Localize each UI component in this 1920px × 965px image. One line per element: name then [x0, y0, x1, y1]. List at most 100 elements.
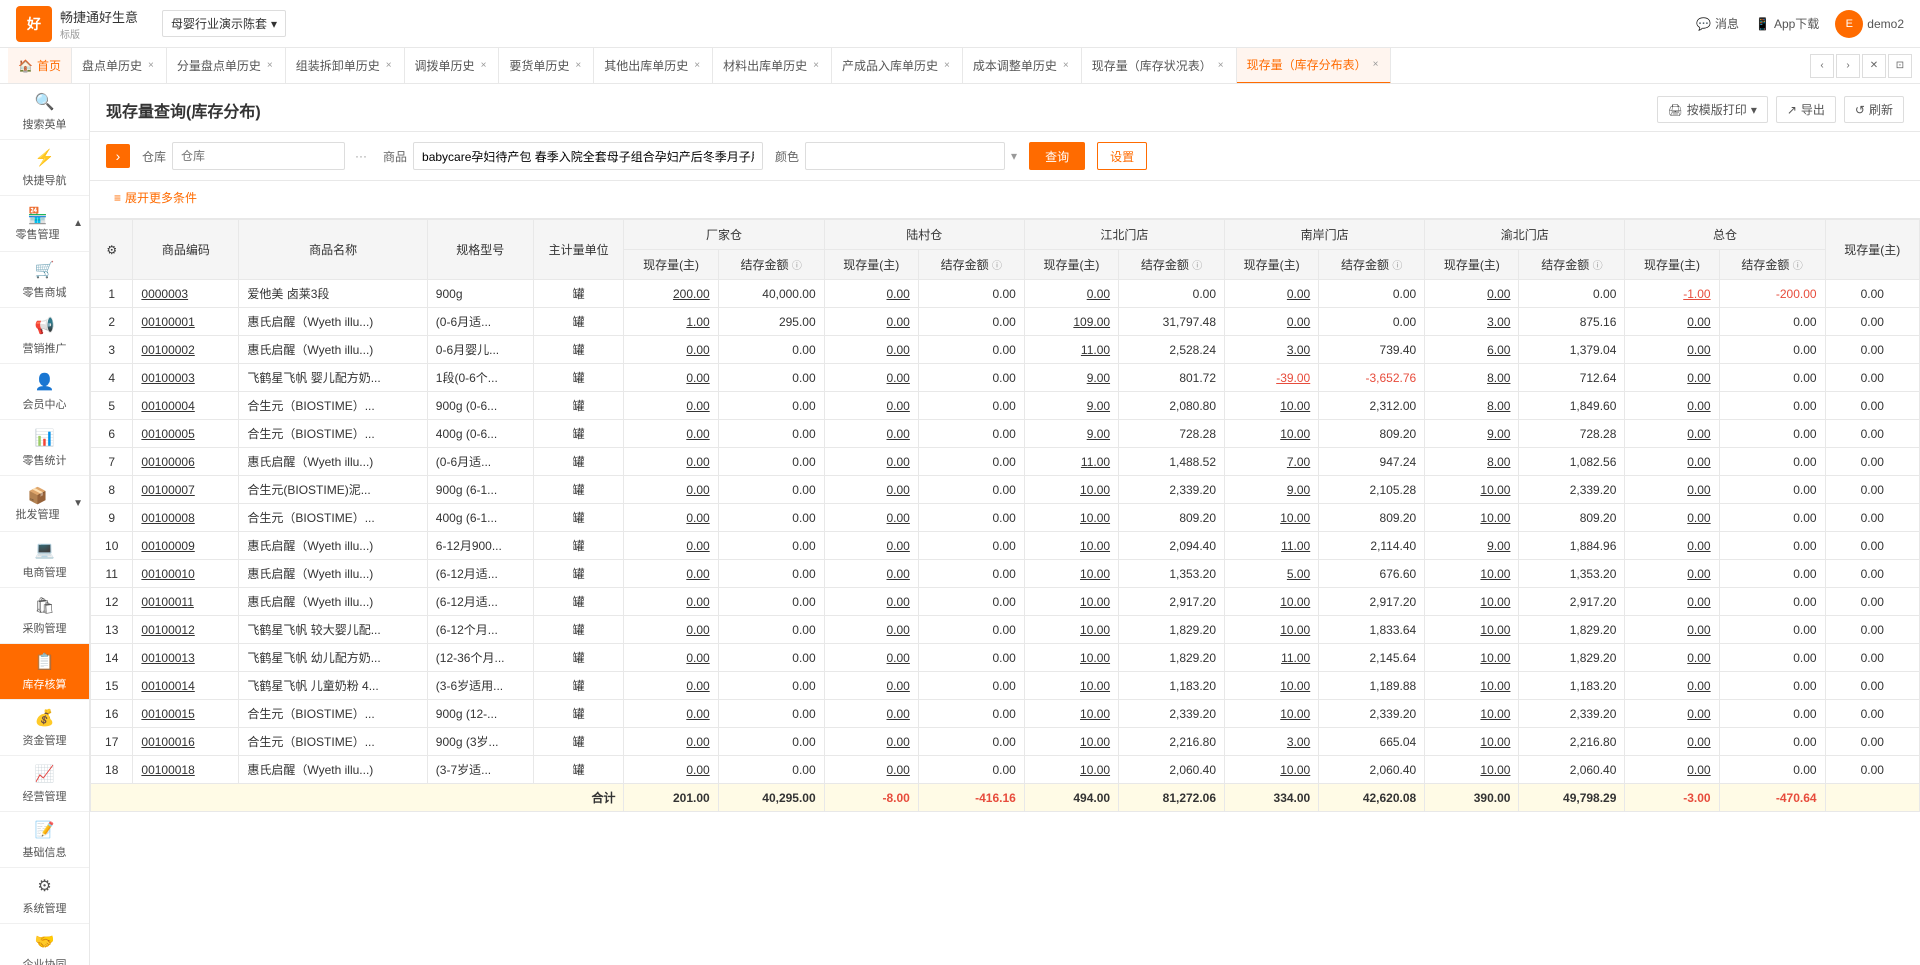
sidebar-item-business[interactable]: 📈 经营管理 [0, 756, 89, 812]
cell-lq[interactable]: 0.00 [824, 420, 918, 448]
tab-split-disassemble-close[interactable]: × [384, 59, 394, 72]
cell-lq[interactable]: 0.00 [824, 280, 918, 308]
sidebar-item-finance[interactable]: 💰 资金管理 [0, 700, 89, 756]
cell-fq[interactable]: 0.00 [624, 616, 718, 644]
cell-code[interactable]: 00100014 [133, 672, 239, 700]
cell-yq[interactable]: 9.00 [1425, 532, 1519, 560]
message-btn[interactable]: 💬 消息 [1696, 15, 1739, 32]
cell-lq[interactable]: 0.00 [824, 448, 918, 476]
cell-tq[interactable]: 0.00 [1625, 644, 1719, 672]
cell-lq[interactable]: 0.00 [824, 588, 918, 616]
cell-lq[interactable]: 0.00 [824, 532, 918, 560]
cell-fq[interactable]: 0.00 [624, 448, 718, 476]
cell-nq[interactable]: 5.00 [1225, 560, 1319, 588]
yubei-info-icon[interactable]: ⓘ [1593, 261, 1603, 272]
cell-yq[interactable]: 10.00 [1425, 560, 1519, 588]
tab-requisition[interactable]: 要货单历史 × [499, 48, 594, 84]
cell-code[interactable]: 00100010 [133, 560, 239, 588]
cell-tq[interactable]: 0.00 [1625, 476, 1719, 504]
warehouse-input[interactable] [172, 142, 345, 170]
cell-yq[interactable]: 0.00 [1425, 280, 1519, 308]
cell-lq[interactable]: 0.00 [824, 364, 918, 392]
cell-tq[interactable]: 0.00 [1625, 672, 1719, 700]
cell-code[interactable]: 00100005 [133, 420, 239, 448]
cell-jq[interactable]: 9.00 [1024, 364, 1118, 392]
cell-fq[interactable]: 0.00 [624, 588, 718, 616]
tab-allocation[interactable]: 调拨单历史 × [405, 48, 500, 84]
cell-jq[interactable]: 10.00 [1024, 588, 1118, 616]
cell-yq[interactable]: 3.00 [1425, 308, 1519, 336]
cell-jq[interactable]: 9.00 [1024, 392, 1118, 420]
cell-tq[interactable]: 0.00 [1625, 336, 1719, 364]
app-download-btn[interactable]: 📱 App下载 [1755, 15, 1819, 32]
cell-tq[interactable]: 0.00 [1625, 308, 1719, 336]
cell-code[interactable]: 00100002 [133, 336, 239, 364]
cell-nq[interactable]: -39.00 [1225, 364, 1319, 392]
color-input[interactable] [805, 142, 1005, 170]
cell-nq[interactable]: 10.00 [1225, 616, 1319, 644]
cell-tq[interactable]: 0.00 [1625, 392, 1719, 420]
nav-next-btn[interactable]: › [1836, 54, 1860, 78]
cell-fq[interactable]: 0.00 [624, 392, 718, 420]
cell-fq[interactable]: 200.00 [624, 280, 718, 308]
cell-fq[interactable]: 0.00 [624, 364, 718, 392]
cell-tq[interactable]: -1.00 [1625, 280, 1719, 308]
cell-fq[interactable]: 0.00 [624, 504, 718, 532]
tab-material-out-close[interactable]: × [811, 59, 821, 72]
cell-jq[interactable]: 10.00 [1024, 560, 1118, 588]
cell-lq[interactable]: 0.00 [824, 308, 918, 336]
tab-other-out[interactable]: 其他出库单历史 × [594, 48, 713, 84]
cell-fq[interactable]: 0.00 [624, 560, 718, 588]
cell-nq[interactable]: 10.00 [1225, 392, 1319, 420]
cell-fq[interactable]: 0.00 [624, 644, 718, 672]
cell-lq[interactable]: 0.00 [824, 336, 918, 364]
sidebar-item-inventory[interactable]: 📋 库存核算 [0, 644, 89, 700]
print-btn[interactable]: 🖨 按模版打印 ▾ [1657, 96, 1768, 123]
cell-code[interactable]: 00100007 [133, 476, 239, 504]
tab-product-in-close[interactable]: × [942, 59, 952, 72]
cell-nq[interactable]: 0.00 [1225, 280, 1319, 308]
cell-yq[interactable]: 10.00 [1425, 756, 1519, 784]
expand-conditions-btn[interactable]: ≡ 展开更多条件 [106, 185, 205, 210]
cell-yq[interactable]: 10.00 [1425, 644, 1519, 672]
sidebar-item-purchase[interactable]: 🛍 采购管理 [0, 588, 89, 644]
tab-material-out[interactable]: 材料出库单历史 × [713, 48, 832, 84]
cell-tq[interactable]: 0.00 [1625, 728, 1719, 756]
cell-lq[interactable]: 0.00 [824, 672, 918, 700]
tab-stock-dist-close[interactable]: × [1371, 58, 1381, 71]
cell-yq[interactable]: 6.00 [1425, 336, 1519, 364]
cell-code[interactable]: 00100012 [133, 616, 239, 644]
nav-maximize-btn[interactable]: ⊡ [1888, 54, 1912, 78]
cell-nq[interactable]: 0.00 [1225, 308, 1319, 336]
nanan-info-icon[interactable]: ⓘ [1392, 261, 1402, 272]
cell-yq[interactable]: 10.00 [1425, 588, 1519, 616]
tab-other-out-close[interactable]: × [692, 59, 702, 72]
lucun-info-icon[interactable]: ⓘ [992, 261, 1002, 272]
cell-nq[interactable]: 10.00 [1225, 420, 1319, 448]
tab-product-in[interactable]: 产成品入库单历史 × [832, 48, 963, 84]
cell-nq[interactable]: 9.00 [1225, 476, 1319, 504]
tab-inventory-count-close[interactable]: × [146, 59, 156, 72]
nav-prev-btn[interactable]: ‹ [1810, 54, 1834, 78]
cell-fq[interactable]: 0.00 [624, 336, 718, 364]
tab-cost-adj-close[interactable]: × [1061, 59, 1071, 72]
query-btn[interactable]: 查询 [1029, 142, 1085, 170]
cell-code[interactable]: 00100015 [133, 700, 239, 728]
cell-code[interactable]: 00100008 [133, 504, 239, 532]
cell-code[interactable]: 00100016 [133, 728, 239, 756]
cell-jq[interactable]: 10.00 [1024, 504, 1118, 532]
cell-tq[interactable]: 0.00 [1625, 364, 1719, 392]
cell-lq[interactable]: 0.00 [824, 728, 918, 756]
sidebar-item-shortcut[interactable]: ⚡ 快捷导航 [0, 140, 89, 196]
sidebar-item-member[interactable]: 👤 会员中心 [0, 364, 89, 420]
tab-stock-dist[interactable]: 现存量（库存分布表） × [1237, 48, 1392, 84]
cell-lq[interactable]: 0.00 [824, 644, 918, 672]
cell-yq[interactable]: 10.00 [1425, 476, 1519, 504]
cell-nq[interactable]: 11.00 [1225, 532, 1319, 560]
settings-icon[interactable]: ⚙ [106, 243, 117, 257]
refresh-btn[interactable]: ↺ 刷新 [1844, 96, 1904, 123]
cell-nq[interactable]: 10.00 [1225, 700, 1319, 728]
cell-tq[interactable]: 0.00 [1625, 560, 1719, 588]
cell-yq[interactable]: 9.00 [1425, 420, 1519, 448]
cell-jq[interactable]: 9.00 [1024, 420, 1118, 448]
